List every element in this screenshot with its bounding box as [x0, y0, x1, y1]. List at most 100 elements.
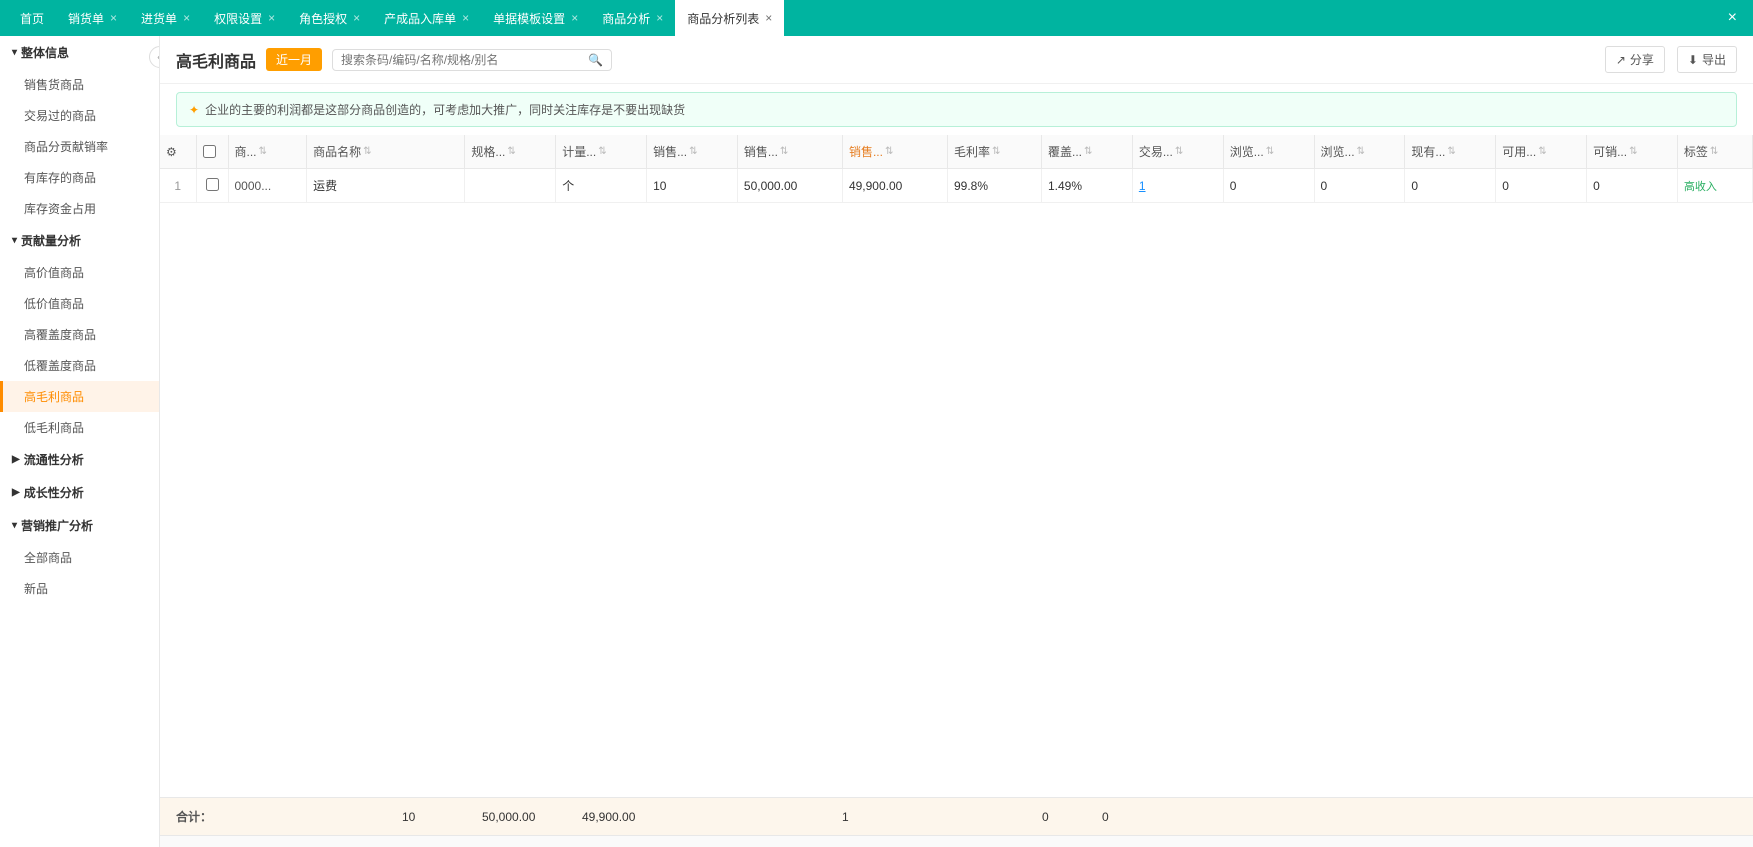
cell-stock1: 0 [1405, 169, 1496, 203]
col-name[interactable]: 商品名称⇅ [307, 135, 465, 169]
col-tag[interactable]: 标签⇅ [1677, 135, 1752, 169]
sidebar-item-low-value[interactable]: 低价值商品 [0, 288, 159, 319]
sort-icon-tag[interactable]: ⇅ [1710, 146, 1718, 157]
search-input[interactable] [341, 53, 588, 67]
sidebar-item-high-value[interactable]: 高价值商品 [0, 257, 159, 288]
close-product-inbound[interactable]: × [462, 11, 469, 25]
col-sales3[interactable]: 销售...⇅ [842, 135, 947, 169]
share-button[interactable]: ↗ 分享 [1605, 46, 1665, 73]
close-permission-settings[interactable]: × [268, 11, 275, 25]
cell-sales3: 49,900.00 [842, 169, 947, 203]
sort-icon-transactions[interactable]: ⇅ [1175, 146, 1183, 157]
col-transactions[interactable]: 交易...⇅ [1132, 135, 1223, 169]
table-container[interactable]: ⚙ 商...⇅ 商品名称⇅ 规格...⇅ [160, 135, 1753, 797]
share-icon: ↗ [1616, 53, 1626, 67]
sidebar-item-goods-contribution[interactable]: 商品分贡献销率 [0, 131, 159, 162]
sidebar-item-stock-capital[interactable]: 库存资金占用 [0, 193, 159, 224]
nav-template-settings[interactable]: 单据模板设置 × [481, 0, 590, 36]
col-spec[interactable]: 规格...⇅ [465, 135, 556, 169]
sidebar-item-high-margin[interactable]: 高毛利商品 [0, 381, 159, 412]
row-checkbox[interactable] [206, 178, 219, 191]
footer-cells: 10 50,000.00 49,900.00 1 0 0 [276, 810, 1737, 824]
settings-icon[interactable]: ⚙ [166, 145, 177, 159]
transaction-link[interactable]: 1 [1139, 179, 1146, 193]
sort-icon-views2[interactable]: ⇅ [1357, 146, 1365, 157]
sort-icon-code[interactable]: ⇅ [259, 146, 267, 157]
sidebar-item-in-stock-goods[interactable]: 有库存的商品 [0, 162, 159, 193]
cell-coverage: 1.49% [1042, 169, 1133, 203]
sort-icon-sales2[interactable]: ⇅ [780, 146, 788, 157]
filter-recent-month-button[interactable]: 近一月 [266, 48, 322, 71]
nav-home[interactable]: 首页 [8, 0, 56, 36]
nav-product-inbound[interactable]: 产成品入库单 × [372, 0, 481, 36]
cell-unit: 个 [556, 169, 647, 203]
sidebar-item-traded-goods[interactable]: 交易过的商品 [0, 100, 159, 131]
col-stock2[interactable]: 可用...⇅ [1496, 135, 1587, 169]
sidebar-item-high-coverage[interactable]: 高覆盖度商品 [0, 319, 159, 350]
sort-icon-spec[interactable]: ⇅ [507, 146, 515, 157]
export-button[interactable]: ⬇ 导出 [1677, 46, 1737, 73]
close-product-analysis[interactable]: × [656, 11, 663, 25]
close-template-settings[interactable]: × [571, 11, 578, 25]
close-product-analysis-list[interactable]: × [765, 11, 772, 25]
col-stock1[interactable]: 现有...⇅ [1405, 135, 1496, 169]
sidebar-item-low-margin[interactable]: 低毛利商品 [0, 412, 159, 443]
cell-stock3: 0 [1587, 169, 1678, 203]
cell-transactions: 1 [1132, 169, 1223, 203]
footer-cell-sales2-val: 50,000.00 [476, 810, 576, 824]
close-role-auth[interactable]: × [353, 11, 360, 25]
group-arrow-overall: ▾ [12, 47, 17, 58]
col-gross-rate[interactable]: 毛利率⇅ [948, 135, 1042, 169]
col-unit[interactable]: 计量...⇅ [556, 135, 647, 169]
sidebar-item-sales-goods[interactable]: 销售货商品 [0, 69, 159, 100]
sort-icon-sales3[interactable]: ⇅ [885, 146, 893, 157]
footer-cell-empty1 [676, 810, 756, 824]
cell-views1: 0 [1223, 169, 1314, 203]
bottom-scrollbar[interactable] [160, 835, 1753, 847]
sidebar-group-marketing[interactable]: ▾ 营销推广分析 [0, 509, 159, 542]
sort-icon-gross[interactable]: ⇅ [992, 146, 1000, 157]
sidebar-item-all-goods[interactable]: 全部商品 [0, 542, 159, 573]
group-arrow-contribution: ▾ [12, 235, 17, 246]
nav-permission-settings[interactable]: 权限设置 × [202, 0, 287, 36]
nav-role-auth[interactable]: 角色授权 × [287, 0, 372, 36]
nav-product-analysis-list[interactable]: 商品分析列表 × [675, 0, 784, 36]
sort-icon-stock1[interactable]: ⇅ [1447, 146, 1455, 157]
sort-icon-sales1[interactable]: ⇅ [689, 146, 697, 157]
sidebar-item-low-coverage[interactable]: 低覆盖度商品 [0, 350, 159, 381]
sort-icon-views1[interactable]: ⇅ [1266, 146, 1274, 157]
sort-icon-stock3[interactable]: ⇅ [1629, 146, 1637, 157]
col-views2[interactable]: 浏览...⇅ [1314, 135, 1405, 169]
nav-product-analysis[interactable]: 商品分析 × [590, 0, 675, 36]
sort-icon-coverage[interactable]: ⇅ [1084, 146, 1092, 157]
col-stock3[interactable]: 可销...⇅ [1587, 135, 1678, 169]
sort-icon-stock2[interactable]: ⇅ [1538, 146, 1546, 157]
sidebar-group-liquidity[interactable]: ▶ 流通性分析 [0, 443, 159, 476]
col-views1[interactable]: 浏览...⇅ [1223, 135, 1314, 169]
sort-icon-name[interactable]: ⇅ [363, 146, 371, 157]
sidebar-group-overall[interactable]: ▾ 整体信息 [0, 36, 159, 69]
col-coverage[interactable]: 覆盖...⇅ [1042, 135, 1133, 169]
footer-cell-empty4 [976, 810, 1036, 824]
col-settings[interactable]: ⚙ [160, 135, 196, 169]
info-banner: ✦ 企业的主要的利润都是这部分商品创造的，可考虑加大推广，同时关注库存是不要出现… [176, 92, 1737, 127]
window-close-button[interactable]: × [1720, 9, 1745, 27]
sort-icon-unit[interactable]: ⇅ [598, 146, 606, 157]
sidebar-item-new-goods[interactable]: 新品 [0, 573, 159, 604]
nav-sales-order[interactable]: 销货单 × [56, 0, 129, 36]
col-sales1[interactable]: 销售...⇅ [647, 135, 738, 169]
close-purchase-order[interactable]: × [183, 11, 190, 25]
footer-total: 合计： 10 50,000.00 49,900.00 1 0 0 [160, 797, 1753, 835]
select-all-checkbox[interactable] [203, 145, 216, 158]
cell-checkbox[interactable] [196, 169, 228, 203]
col-checkbox[interactable] [196, 135, 228, 169]
sidebar-group-contribution[interactable]: ▾ 贡献量分析 [0, 224, 159, 257]
sidebar-group-growth[interactable]: ▶ 成长性分析 [0, 476, 159, 509]
footer-cell-empty2 [756, 810, 836, 824]
cell-index: 1 [160, 169, 196, 203]
nav-purchase-order[interactable]: 进货单 × [129, 0, 202, 36]
col-code[interactable]: 商...⇅ [228, 135, 307, 169]
search-icon[interactable]: 🔍 [588, 53, 603, 67]
col-sales2[interactable]: 销售...⇅ [737, 135, 842, 169]
close-sales-order[interactable]: × [110, 11, 117, 25]
